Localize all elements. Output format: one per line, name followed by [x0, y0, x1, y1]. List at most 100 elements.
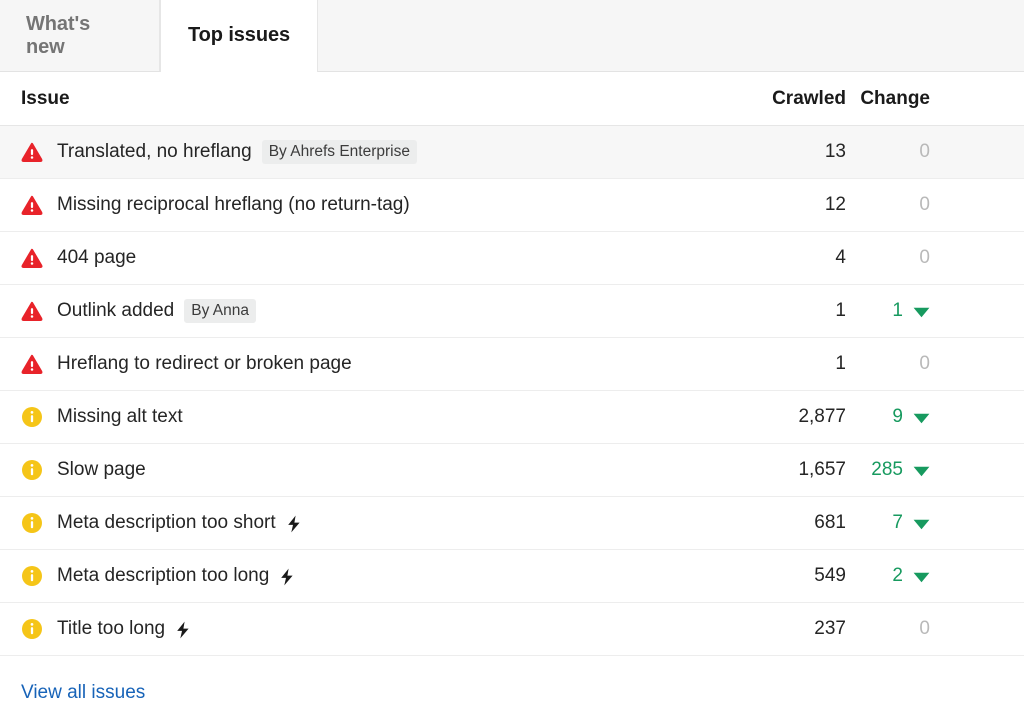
crawled-cell: 237 [694, 618, 854, 640]
change-cell: 0 [854, 353, 1024, 375]
issue-cell[interactable]: Missing alt text [0, 406, 694, 428]
change-value: 0 [919, 194, 930, 216]
table-row[interactable]: Missing reciprocal hreflang (no return-t… [0, 179, 1024, 232]
issue-cell[interactable]: 404 page [0, 247, 694, 269]
issue-label: Title too long [57, 618, 165, 640]
issue-label: Translated, no hreflang [57, 141, 252, 163]
table-row[interactable]: 404 page 4 0 [0, 232, 1024, 285]
column-header-issue[interactable]: Issue [0, 88, 694, 110]
crawled-cell: 1,657 [694, 459, 854, 481]
table-row[interactable]: Hreflang to redirect or broken page 1 0 [0, 338, 1024, 391]
info-circle-icon [21, 459, 43, 481]
change-value: 2 [892, 565, 903, 587]
tab-whats-new-label: What's new [26, 13, 133, 59]
issue-label: Hreflang to redirect or broken page [57, 353, 352, 375]
table-row[interactable]: Meta description too short 681 7 [0, 497, 1024, 550]
change-cell: 0 [854, 247, 1024, 269]
change-value-group: 2 [892, 565, 930, 587]
change-down-arrow-icon [913, 570, 930, 588]
crawled-value: 549 [814, 565, 846, 586]
info-circle-icon [21, 618, 43, 640]
change-value: 285 [871, 459, 903, 481]
column-header-crawled[interactable]: Crawled [694, 88, 854, 110]
crawled-value: 1 [835, 300, 846, 321]
change-cell: 1 [854, 300, 1024, 322]
issue-label: Outlink added [57, 300, 174, 322]
change-value-group: 1 [892, 300, 930, 322]
issue-cell[interactable]: Title too long [0, 618, 694, 640]
change-cell: 0 [854, 618, 1024, 640]
issue-cell[interactable]: Slow page [0, 459, 694, 481]
issue-source-badge: By Ahrefs Enterprise [262, 140, 417, 165]
issue-label: Meta description too short [57, 512, 276, 534]
crawled-cell: 549 [694, 565, 854, 587]
change-value: 0 [919, 353, 930, 375]
view-all-issues-link[interactable]: View all issues [21, 682, 145, 703]
crawled-cell: 681 [694, 512, 854, 534]
table-body: Translated, no hreflang By Ahrefs Enterpr… [0, 126, 1024, 656]
change-value-group: 0 [919, 194, 930, 216]
change-cell: 285 [854, 459, 1024, 481]
table-row[interactable]: Missing alt text 2,877 9 [0, 391, 1024, 444]
change-value: 9 [892, 406, 903, 428]
lightning-bolt-icon [280, 568, 294, 586]
issue-cell[interactable]: Translated, no hreflang By Ahrefs Enterpr… [0, 140, 694, 165]
change-value: 0 [919, 247, 930, 269]
issue-cell[interactable]: Meta description too short [0, 512, 694, 534]
crawled-value: 12 [825, 194, 846, 215]
issue-label: Meta description too long [57, 565, 269, 587]
table-header-row: Issue Crawled Change [0, 72, 1024, 126]
crawled-value: 1,657 [798, 459, 846, 480]
issue-cell[interactable]: Meta description too long [0, 565, 694, 587]
crawled-cell: 2,877 [694, 406, 854, 428]
info-circle-icon [21, 406, 43, 428]
crawled-cell: 1 [694, 353, 854, 375]
change-value-group: 9 [892, 406, 930, 428]
table-row[interactable]: Translated, no hreflang By Ahrefs Enterpr… [0, 126, 1024, 179]
warning-triangle-icon [21, 141, 43, 163]
change-value-group: 0 [919, 618, 930, 640]
lightning-bolt-icon [176, 621, 190, 639]
change-cell: 0 [854, 194, 1024, 216]
crawled-value: 1 [835, 353, 846, 374]
table-row[interactable]: Outlink added By Anna 1 1 [0, 285, 1024, 338]
crawled-cell: 12 [694, 194, 854, 216]
warning-triangle-icon [21, 353, 43, 375]
change-down-arrow-icon [913, 411, 930, 429]
crawled-value: 2,877 [798, 406, 846, 427]
table-footer: View all issues [0, 656, 1024, 704]
issue-source-badge: By Anna [184, 299, 256, 324]
change-value-group: 0 [919, 247, 930, 269]
change-down-arrow-icon [913, 517, 930, 535]
issue-label: Slow page [57, 459, 146, 481]
table-row[interactable]: Title too long 237 0 [0, 603, 1024, 656]
change-value-group: 285 [871, 459, 930, 481]
issue-cell[interactable]: Missing reciprocal hreflang (no return-t… [0, 194, 694, 216]
warning-triangle-icon [21, 247, 43, 269]
crawled-value: 681 [814, 512, 846, 533]
change-cell: 9 [854, 406, 1024, 428]
issue-cell[interactable]: Outlink added By Anna [0, 299, 694, 324]
change-value-group: 7 [892, 512, 930, 534]
warning-triangle-icon [21, 300, 43, 322]
change-value-group: 0 [919, 353, 930, 375]
change-value: 1 [892, 300, 903, 322]
issue-label: Missing alt text [57, 406, 183, 428]
change-value: 7 [892, 512, 903, 534]
tab-bar-filler [318, 0, 1024, 71]
info-circle-icon [21, 565, 43, 587]
table-row[interactable]: Meta description too long 549 2 [0, 550, 1024, 603]
change-down-arrow-icon [913, 464, 930, 482]
column-header-change[interactable]: Change [854, 88, 1024, 110]
change-value-group: 0 [919, 141, 930, 163]
issue-cell[interactable]: Hreflang to redirect or broken page [0, 353, 694, 375]
crawled-value: 4 [835, 247, 846, 268]
change-value: 0 [919, 141, 930, 163]
table-row[interactable]: Slow page 1,657 285 [0, 444, 1024, 497]
lightning-bolt-icon [287, 515, 301, 533]
crawled-cell: 1 [694, 300, 854, 322]
tab-top-issues[interactable]: Top issues [160, 0, 318, 72]
tab-whats-new[interactable]: What's new [0, 0, 160, 71]
crawled-cell: 4 [694, 247, 854, 269]
change-value: 0 [919, 618, 930, 640]
